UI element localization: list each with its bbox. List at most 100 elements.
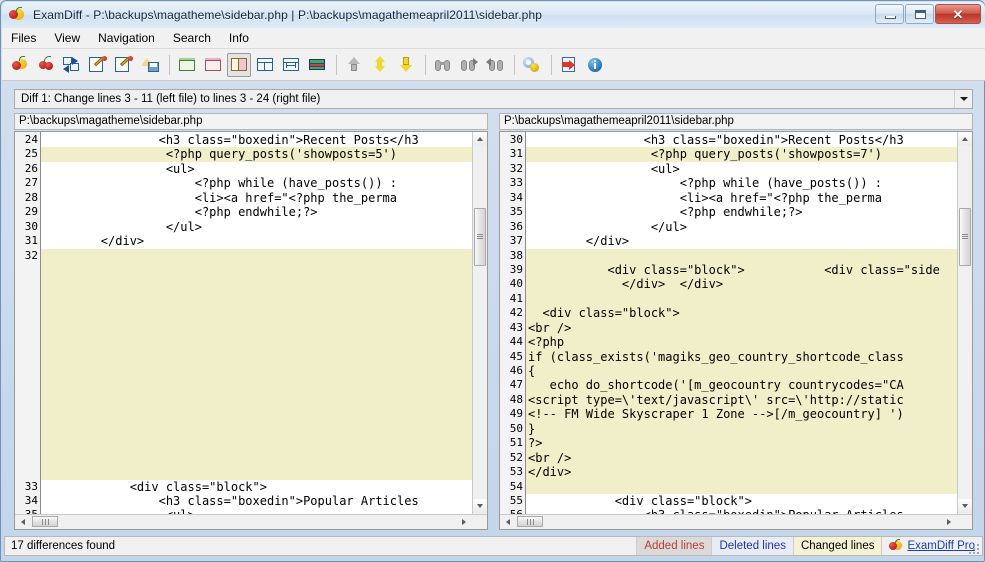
code-line[interactable]: <div class="block"> <box>526 306 957 321</box>
left-vertical-scrollbar[interactable] <box>472 132 487 529</box>
find-icon[interactable] <box>431 53 455 77</box>
menu-navigation[interactable]: Navigation <box>89 29 164 47</box>
edit-left-file-icon[interactable] <box>86 53 110 77</box>
code-line[interactable]: <?php while (have_posts()) : <box>41 176 472 191</box>
code-line[interactable] <box>41 291 472 307</box>
compare-files-icon[interactable] <box>8 53 32 77</box>
code-line[interactable]: </div> <box>41 234 472 249</box>
view-colorbar-icon[interactable] <box>305 53 329 77</box>
maximize-button[interactable] <box>905 4 934 24</box>
left-hscroll-left-icon[interactable] <box>16 515 30 528</box>
code-line[interactable]: <h3 class="boxedin">Recent Posts</h3 <box>526 133 957 148</box>
code-line[interactable]: ?> <box>526 436 957 451</box>
code-line[interactable]: </div> <box>526 465 957 480</box>
window-resize-grip[interactable] <box>967 542 981 556</box>
next-difference-icon[interactable] <box>368 53 392 77</box>
code-line[interactable] <box>41 364 472 379</box>
code-line[interactable]: <!-- FM Wide Skyscraper 1 Zone -->[/m_ge… <box>526 407 957 422</box>
right-scroll-thumb[interactable] <box>959 208 971 266</box>
left-hscroll-thumb[interactable] <box>32 516 58 527</box>
code-line[interactable] <box>41 378 472 393</box>
code-line[interactable] <box>41 465 472 480</box>
code-line[interactable]: </div> </div> <box>526 277 957 292</box>
code-line[interactable]: <?php <box>526 335 957 350</box>
code-line[interactable] <box>41 320 472 336</box>
right-file-path[interactable]: P:\backups\magathemeapril2011\sidebar.ph… <box>499 113 973 130</box>
view-two-pane-icon[interactable] <box>227 52 251 77</box>
code-line[interactable]: <li><a href="<?php the_perma <box>41 190 472 206</box>
examdiff-pro-link[interactable]: ExamDiff Pro <box>907 540 975 552</box>
code-line[interactable]: <?php endwhile;?> <box>41 205 472 220</box>
right-vertical-scrollbar[interactable] <box>957 132 972 529</box>
code-line[interactable] <box>41 277 472 292</box>
code-line[interactable]: } <box>526 421 957 437</box>
left-hscroll-right-icon[interactable] <box>457 515 471 528</box>
code-line[interactable]: <li><a href="<?php the_perma <box>526 190 957 206</box>
save-icon[interactable] <box>138 53 162 77</box>
right-horizontal-scrollbar[interactable] <box>500 514 972 529</box>
menu-files[interactable]: Files <box>2 29 45 47</box>
code-line[interactable]: <h3 class="boxedin">Recent Posts</h3 <box>41 133 472 148</box>
code-line[interactable]: </ul> <box>41 219 472 235</box>
left-scroll-up-icon[interactable] <box>473 132 487 146</box>
right-code-area[interactable]: 30 31 32 33 34 35 36 37 38 39 40 41 42 43 44 45 46 47 48 49… <box>499 131 973 530</box>
right-hscroll-thumb[interactable] <box>517 516 543 527</box>
first-difference-icon[interactable] <box>342 53 366 77</box>
code-line[interactable] <box>41 262 472 278</box>
right-code-column[interactable]: <h3 class="boxedin">Recent Posts</h3 <?p… <box>526 132 957 529</box>
view-single-pane-icon[interactable] <box>175 53 199 77</box>
code-line[interactable]: <script type=\'text/javascript\' src=\'h… <box>526 392 957 408</box>
code-line[interactable]: <?php while (have_posts()) : <box>526 176 957 191</box>
edit-right-file-icon[interactable] <box>112 53 136 77</box>
view-merged-icon[interactable] <box>201 53 225 77</box>
code-line[interactable]: <ul> <box>526 161 957 177</box>
right-scroll-up-icon[interactable] <box>958 132 972 146</box>
left-scroll-down-icon[interactable] <box>473 499 487 513</box>
find-previous-icon[interactable] <box>483 53 507 77</box>
code-line[interactable]: <br /> <box>526 450 957 466</box>
code-line[interactable] <box>41 349 472 364</box>
menu-info[interactable]: Info <box>220 29 258 47</box>
code-line[interactable]: <ul> <box>41 161 472 177</box>
code-line[interactable]: { <box>526 364 957 379</box>
about-icon[interactable] <box>583 53 607 77</box>
left-file-path[interactable]: P:\backups\magatheme\sidebar.php <box>14 113 488 130</box>
code-line[interactable]: </ul> <box>526 219 957 235</box>
code-line[interactable] <box>526 291 957 307</box>
menu-view[interactable]: View <box>45 29 89 47</box>
left-scroll-thumb[interactable] <box>474 208 486 266</box>
close-button[interactable]: ✕ <box>935 4 981 24</box>
code-line[interactable] <box>41 335 472 350</box>
code-line[interactable]: </div> <box>526 234 957 249</box>
code-line[interactable] <box>41 450 472 466</box>
code-line[interactable] <box>41 306 472 321</box>
code-line[interactable]: <?php endwhile;?> <box>526 205 957 220</box>
right-hscroll-right-icon[interactable] <box>942 515 956 528</box>
view-grid-icon[interactable] <box>253 53 277 77</box>
menu-search[interactable]: Search <box>164 29 220 47</box>
right-scroll-down-icon[interactable] <box>958 499 972 513</box>
chevron-down-icon[interactable] <box>954 90 972 108</box>
exit-icon[interactable] <box>557 53 581 77</box>
code-line[interactable]: if (class_exists('magiks_geo_country_sho… <box>526 349 957 364</box>
code-line[interactable]: <div class="block"> <div class="side <box>526 262 957 278</box>
code-line[interactable] <box>41 248 472 263</box>
last-difference-icon[interactable] <box>394 53 418 77</box>
code-line[interactable] <box>526 479 957 494</box>
options-icon[interactable] <box>520 53 544 77</box>
code-line[interactable]: echo do_shortcode('[m_geocountry country… <box>526 378 957 393</box>
diff-selector-combobox[interactable]: Diff 1: Change lines 3 - 11 (left file) … <box>14 89 973 109</box>
code-line[interactable]: <br /> <box>526 320 957 336</box>
code-line[interactable] <box>41 421 472 437</box>
left-horizontal-scrollbar[interactable] <box>15 514 487 529</box>
compare-directories-icon[interactable] <box>34 53 58 77</box>
right-hscroll-left-icon[interactable] <box>501 515 515 528</box>
code-line[interactable]: <?php query_posts('showposts=7') <box>526 147 957 162</box>
recompare-icon[interactable] <box>60 53 84 77</box>
code-line[interactable] <box>41 407 472 422</box>
code-line[interactable]: <div class="block"> <box>526 493 957 509</box>
code-line[interactable] <box>41 436 472 451</box>
minimize-button[interactable] <box>875 4 904 24</box>
code-line[interactable]: <h3 class="boxedin">Popular Articles <box>41 493 472 509</box>
code-line[interactable] <box>526 248 957 263</box>
